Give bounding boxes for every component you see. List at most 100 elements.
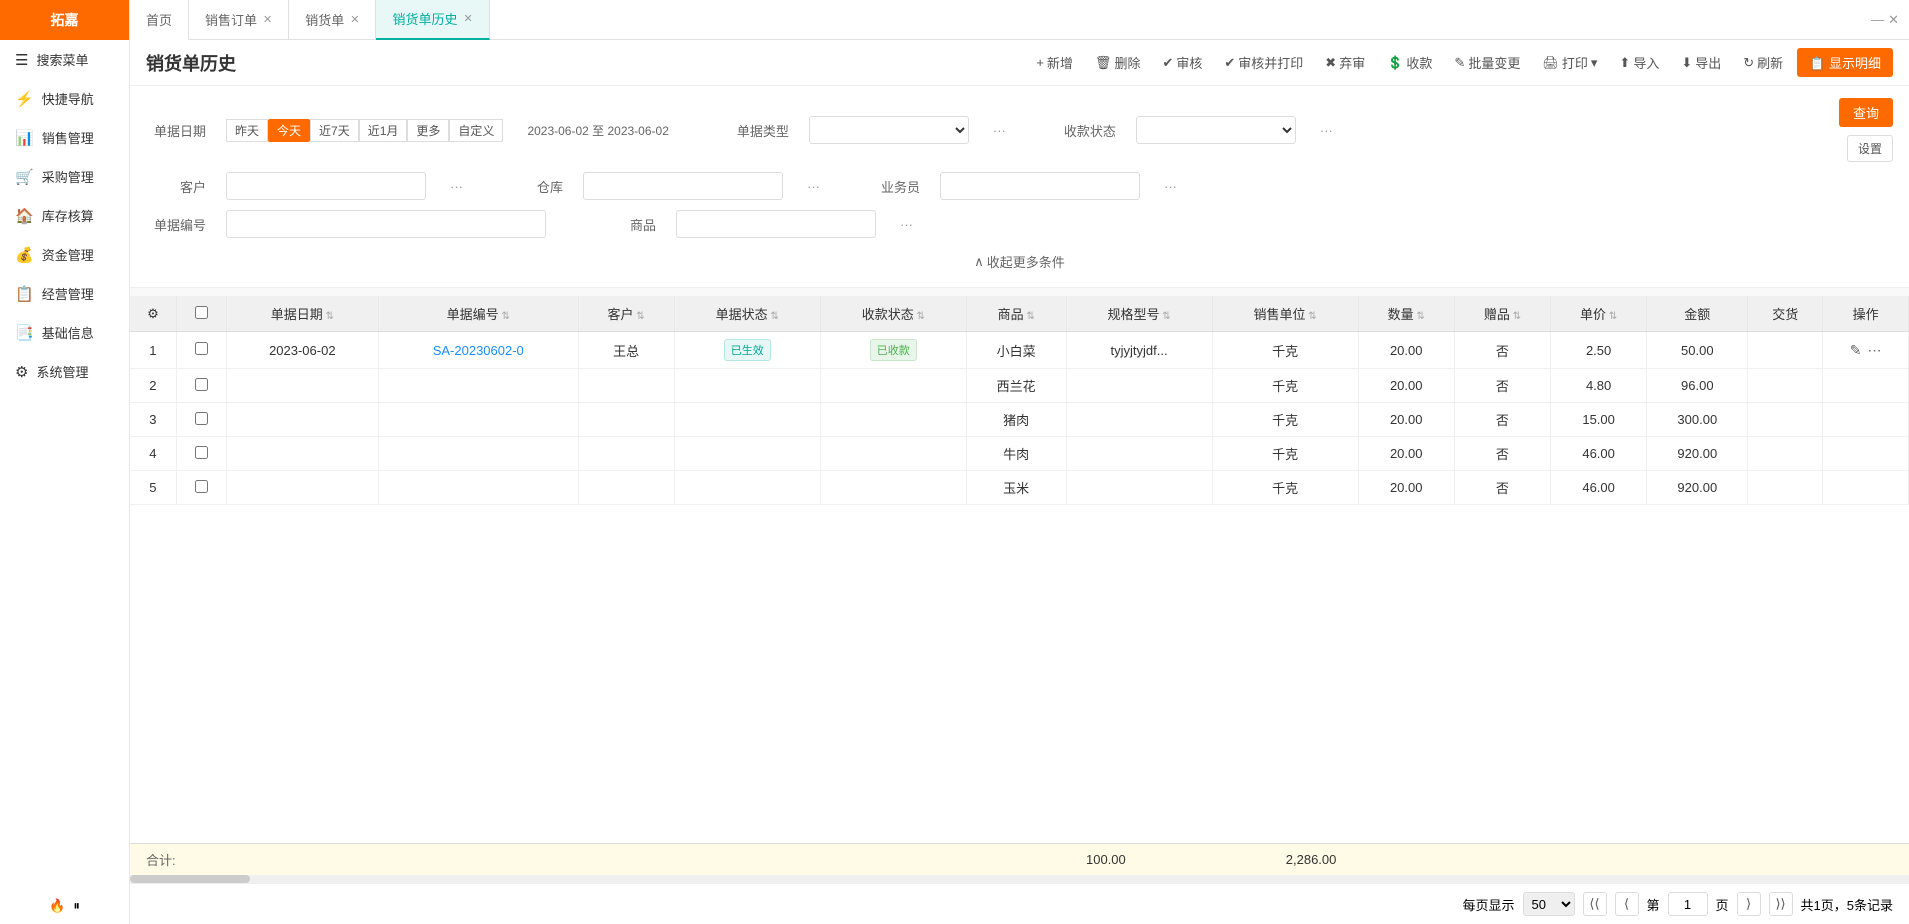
col-goods[interactable]: 商品 — [966, 296, 1066, 332]
date-tab-7days[interactable]: 近7天 — [310, 119, 359, 142]
sidebar-item-fund-mgmt[interactable]: 💰 资金管理 — [0, 235, 129, 274]
col-doc-no[interactable]: 单据编号 — [379, 296, 579, 332]
date-tab-today[interactable]: 今天 — [268, 119, 310, 142]
sidebar-item-quick-nav[interactable]: ⚡ 快捷导航 — [0, 79, 129, 118]
tab-home[interactable]: 首页 — [130, 0, 189, 40]
import-button[interactable]: ⬆ 导入 — [1611, 49, 1667, 76]
bottom-icon-1[interactable]: 🔥 — [49, 898, 65, 914]
tab-sales-history-close[interactable]: ✕ — [464, 12, 473, 25]
cell-checkbox[interactable] — [176, 437, 226, 471]
abandon-button[interactable]: ✖ 弃审 — [1317, 49, 1373, 76]
tab-sales-history-label: 销货单历史 — [392, 9, 457, 28]
sidebar-item-sys-mgmt[interactable]: ⚙ 系统管理 — [0, 352, 129, 391]
col-customer[interactable]: 客户 — [578, 296, 674, 332]
sidebar-item-basic-info[interactable]: 📑 基础信息 — [0, 313, 129, 352]
collapse-filters-button[interactable]: ∧ 收起更多条件 — [966, 248, 1073, 275]
edit-action-icon[interactable]: ✎ — [1850, 342, 1862, 359]
warehouse-input[interactable] — [583, 172, 783, 200]
select-all-checkbox[interactable] — [195, 306, 208, 319]
doc-no-link[interactable]: SA-20230602-0 — [433, 343, 524, 358]
row-checkbox[interactable] — [195, 412, 208, 425]
sidebar-item-ops-mgmt[interactable]: 📋 经营管理 — [0, 274, 129, 313]
sidebar-bottom: 🔥 ⏸ — [0, 888, 129, 924]
col-settings[interactable]: ⚙ — [130, 296, 176, 332]
tab-sales-goods-close[interactable]: ✕ — [350, 13, 359, 26]
cell-doc-no[interactable]: SA-20230602-0 — [379, 332, 579, 369]
tab-sales-order[interactable]: 销售订单 ✕ — [189, 0, 289, 40]
page-input[interactable] — [1668, 892, 1708, 916]
per-page-select[interactable]: 50 100 — [1523, 892, 1575, 916]
bottom-icon-2[interactable]: ⏸ — [73, 898, 80, 914]
window-minimize-icon[interactable]: — — [1871, 12, 1884, 27]
last-page-button[interactable]: ⟩⟩ — [1769, 892, 1793, 916]
delete-button[interactable]: 🗑 删除 — [1087, 49, 1149, 76]
row-checkbox[interactable] — [195, 480, 208, 493]
export-button[interactable]: ⬇ 导出 — [1673, 49, 1729, 76]
row-checkbox[interactable] — [195, 342, 208, 355]
date-tab-more[interactable]: 更多 — [407, 119, 449, 142]
col-gift[interactable]: 赠品 — [1454, 296, 1550, 332]
tab-sales-goods[interactable]: 销货单 ✕ — [289, 0, 376, 40]
payment-dots[interactable]: ··· — [1320, 123, 1333, 138]
goods-dots[interactable]: ··· — [900, 217, 913, 232]
new-button[interactable]: + 新增 — [1028, 49, 1081, 76]
doc-type-select[interactable] — [809, 116, 969, 144]
date-tab-1month[interactable]: 近1月 — [359, 119, 408, 142]
col-date[interactable]: 单据日期 — [226, 296, 378, 332]
cell-doc-no[interactable] — [379, 471, 579, 505]
sidebar-item-sales-mgmt[interactable]: 📊 销售管理 — [0, 118, 129, 157]
row-checkbox[interactable] — [195, 446, 208, 459]
refresh-button[interactable]: ↻ 刷新 — [1735, 49, 1791, 76]
prev-page-button[interactable]: ⟨ — [1615, 892, 1639, 916]
col-unit[interactable]: 销售单位 — [1212, 296, 1358, 332]
col-qty[interactable]: 数量 — [1358, 296, 1454, 332]
audit-button[interactable]: ✔ 审核 — [1154, 49, 1210, 76]
customer-input[interactable] — [226, 172, 426, 200]
cell-doc-no[interactable] — [379, 437, 579, 471]
audit-print-button[interactable]: ✔ 审核并打印 — [1216, 49, 1311, 76]
customer-dots[interactable]: ··· — [450, 179, 463, 194]
goods-input[interactable] — [676, 210, 876, 238]
cell-checkbox[interactable] — [176, 332, 226, 369]
col-spec[interactable]: 规格型号 — [1066, 296, 1212, 332]
staff-input[interactable] — [940, 172, 1140, 200]
date-tab-custom[interactable]: 自定义 — [449, 119, 503, 142]
cell-doc-no[interactable] — [379, 369, 579, 403]
cell-transaction — [1748, 332, 1823, 369]
doc-type-dots[interactable]: ··· — [993, 123, 1006, 138]
display-details-button[interactable]: 📋 显示明细 — [1797, 48, 1893, 77]
warehouse-dots[interactable]: ··· — [807, 179, 820, 194]
col-pay-status[interactable]: 收款状态 — [820, 296, 966, 332]
sidebar-item-label: 经营管理 — [42, 284, 94, 303]
first-page-button[interactable]: ⟨⟨ — [1583, 892, 1607, 916]
cell-checkbox[interactable] — [176, 369, 226, 403]
window-close-icon[interactable]: ✕ — [1888, 12, 1899, 28]
sidebar-item-search-menu[interactable]: ☰ 搜索菜单 — [0, 40, 129, 79]
set-button[interactable]: 设置 — [1847, 135, 1893, 162]
sidebar-item-purchase-mgmt[interactable]: 🛒 采购管理 — [0, 157, 129, 196]
import-label: 导入 — [1633, 53, 1659, 72]
staff-dots[interactable]: ··· — [1164, 179, 1177, 194]
tab-sales-history[interactable]: 销货单历史 ✕ — [376, 0, 489, 40]
query-button[interactable]: 查询 — [1839, 98, 1893, 127]
date-tab-yesterday[interactable]: 昨天 — [226, 119, 268, 142]
tab-bar-right: — ✕ — [1871, 12, 1909, 28]
cell-checkbox[interactable] — [176, 471, 226, 505]
doc-no-input[interactable] — [226, 210, 546, 238]
next-page-button[interactable]: ⟩ — [1737, 892, 1761, 916]
col-doc-status[interactable]: 单据状态 — [674, 296, 820, 332]
sidebar-item-stock-calc[interactable]: 🏠 库存核算 — [0, 196, 129, 235]
collect-button[interactable]: 💲 收款 — [1379, 49, 1440, 76]
batch-change-button[interactable]: ✎ 批量变更 — [1446, 49, 1528, 76]
horizontal-scrollbar[interactable] — [130, 875, 1909, 883]
col-price[interactable]: 单价 — [1551, 296, 1647, 332]
cell-doc-no[interactable] — [379, 403, 579, 437]
cell-checkbox[interactable] — [176, 403, 226, 437]
row-checkbox[interactable] — [195, 378, 208, 391]
tab-sales-order-close[interactable]: ✕ — [263, 13, 272, 26]
more-action-icon[interactable]: ⋯ — [1867, 342, 1881, 359]
scrollbar-thumb[interactable] — [130, 875, 250, 883]
payment-select[interactable] — [1136, 116, 1296, 144]
cell-date — [226, 369, 378, 403]
print-button[interactable]: 🖨 打印 ▾ — [1534, 49, 1605, 76]
